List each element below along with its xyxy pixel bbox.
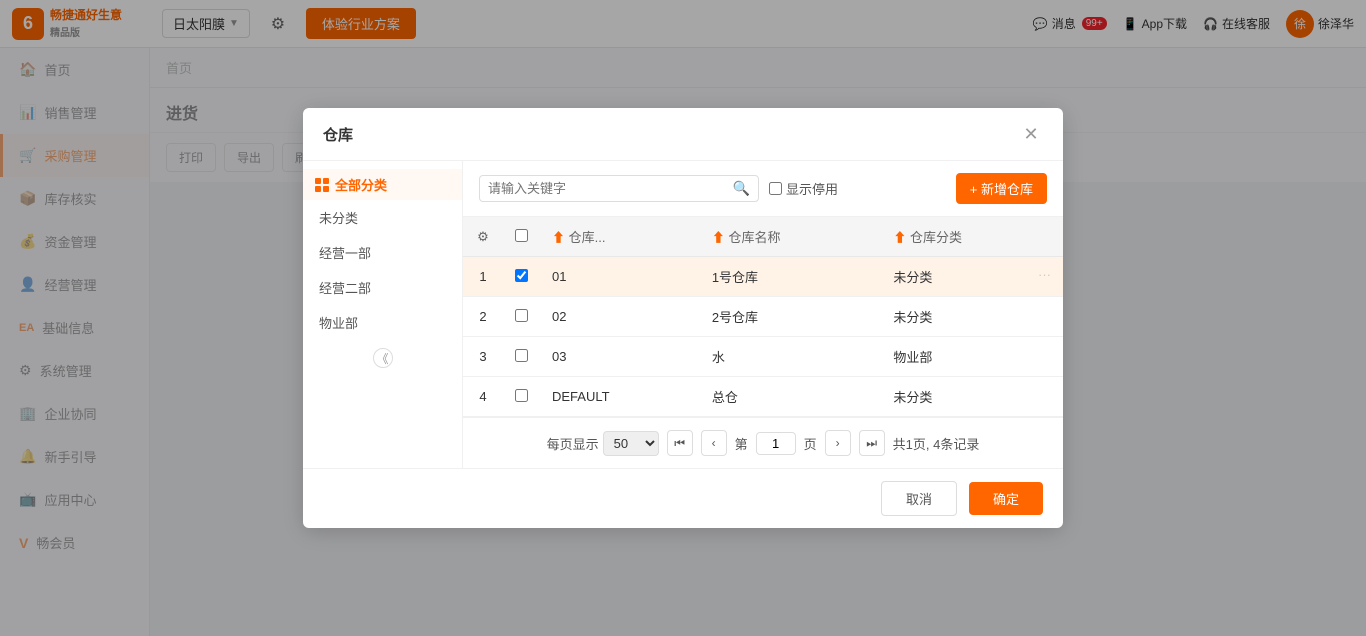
- row-num: 3: [479, 349, 486, 364]
- sort-icon-cat: ⬆: [893, 230, 906, 245]
- table-header-row: ⚙ ⬆ 仓库...: [463, 217, 1063, 257]
- row-name: 总仓: [700, 377, 882, 417]
- table-row[interactable]: 3 03 水 物业部: [463, 337, 1063, 377]
- category-item-1[interactable]: 经营一部: [303, 235, 462, 270]
- collapse-panel-btn[interactable]: 《: [373, 348, 393, 368]
- category-panel: 全部分类 未分类 经营一部 经营二部 物业部 《: [303, 161, 463, 468]
- search-input[interactable]: [488, 181, 733, 196]
- data-panel: 🔍 显示停用 + 新增仓库 ⚙: [463, 161, 1063, 468]
- confirm-btn[interactable]: 确定: [969, 482, 1043, 515]
- pagination: 每页显示 50 100 ⏮ ‹ 第 页 › ⏭ 共1页, 4条记录: [463, 417, 1063, 468]
- table-row[interactable]: 2 02 2号仓库 未分类: [463, 297, 1063, 337]
- row-name: 水: [700, 337, 882, 377]
- category-all-item[interactable]: 全部分类: [303, 169, 462, 200]
- warehouse-modal: 仓库 ✕ 全部分类 未分类 经营一部 经营二部: [303, 108, 1063, 528]
- last-page-btn[interactable]: ⏭: [859, 430, 885, 456]
- page-label: 第: [735, 434, 748, 453]
- add-warehouse-btn[interactable]: + 新增仓库: [956, 173, 1047, 204]
- category-all-label: 全部分类: [335, 175, 387, 194]
- modal-title: 仓库: [323, 124, 353, 145]
- th-no: ⬆ 仓库...: [540, 217, 700, 257]
- row-category: 未分类: [881, 377, 1063, 417]
- table-row[interactable]: 1 01 1号仓库 未分类···: [463, 257, 1063, 297]
- sort-icon-name: ⬆: [712, 230, 725, 245]
- th-settings[interactable]: ⚙: [463, 217, 503, 257]
- row-num: 1: [479, 269, 486, 284]
- modal-overlay: 仓库 ✕ 全部分类 未分类 经营一部 经营二部: [0, 0, 1366, 636]
- row-more-icon[interactable]: ···: [1038, 267, 1051, 282]
- modal-body: 全部分类 未分类 经营一部 经营二部 物业部 《: [303, 161, 1063, 468]
- row-checkbox-cell[interactable]: [503, 337, 540, 377]
- row-no: 03: [540, 337, 700, 377]
- category-item-2[interactable]: 经营二部: [303, 270, 462, 305]
- th-no-label: ⬆ 仓库...: [552, 230, 605, 245]
- search-icon[interactable]: 🔍: [733, 180, 750, 197]
- first-page-btn[interactable]: ⏮: [667, 430, 693, 456]
- show-disabled-checkbox[interactable]: [769, 182, 782, 195]
- prev-page-btn[interactable]: ‹: [701, 430, 727, 456]
- search-box: 🔍: [479, 175, 759, 202]
- row-checkbox[interactable]: [515, 269, 528, 282]
- row-checkbox-cell[interactable]: [503, 257, 540, 297]
- row-settings[interactable]: 1: [463, 257, 503, 297]
- table-row[interactable]: 4 DEFAULT 总仓 未分类: [463, 377, 1063, 417]
- per-page-label: 每页显示: [547, 434, 599, 453]
- page-size-select: 每页显示 50 100: [547, 431, 659, 456]
- row-num: 4: [479, 389, 486, 404]
- modal-footer: 取消 确定: [303, 468, 1063, 528]
- row-no: 02: [540, 297, 700, 337]
- table-body: 1 01 1号仓库 未分类··· 2 02 2号仓库 未分类 3: [463, 257, 1063, 417]
- per-page-dropdown[interactable]: 50 100: [603, 431, 659, 456]
- sort-icon: ⬆: [552, 230, 565, 245]
- row-no: 01: [540, 257, 700, 297]
- total-info: 共1页, 4条记录: [893, 434, 980, 453]
- row-checkbox[interactable]: [515, 309, 528, 322]
- row-num: 2: [479, 309, 486, 324]
- page-number-input[interactable]: [756, 432, 796, 455]
- category-item-0[interactable]: 未分类: [303, 200, 462, 235]
- row-category: 未分类···: [881, 257, 1063, 297]
- row-checkbox[interactable]: [515, 349, 528, 362]
- table-wrapper: ⚙ ⬆ 仓库...: [463, 217, 1063, 417]
- warehouse-table: ⚙ ⬆ 仓库...: [463, 217, 1063, 417]
- row-category: 物业部: [881, 337, 1063, 377]
- row-checkbox-cell[interactable]: [503, 297, 540, 337]
- th-category: ⬆ 仓库分类: [881, 217, 1063, 257]
- row-no: DEFAULT: [540, 377, 700, 417]
- data-toolbar: 🔍 显示停用 + 新增仓库: [463, 161, 1063, 217]
- row-name: 1号仓库: [700, 257, 882, 297]
- row-category: 未分类: [881, 297, 1063, 337]
- row-checkbox-cell[interactable]: [503, 377, 540, 417]
- modal-header: 仓库 ✕: [303, 108, 1063, 161]
- show-disabled-label[interactable]: 显示停用: [769, 179, 838, 198]
- row-settings[interactable]: 4: [463, 377, 503, 417]
- row-settings[interactable]: 2: [463, 297, 503, 337]
- next-page-btn[interactable]: ›: [825, 430, 851, 456]
- cancel-btn[interactable]: 取消: [881, 481, 957, 516]
- category-item-3[interactable]: 物业部: [303, 305, 462, 340]
- row-settings[interactable]: 3: [463, 337, 503, 377]
- th-checkbox[interactable]: [503, 217, 540, 257]
- row-name: 2号仓库: [700, 297, 882, 337]
- grid-icon: [315, 178, 329, 192]
- select-all-checkbox[interactable]: [515, 229, 528, 242]
- modal-close-btn[interactable]: ✕: [1019, 122, 1043, 146]
- row-checkbox[interactable]: [515, 389, 528, 402]
- th-name: ⬆ 仓库名称: [700, 217, 882, 257]
- show-disabled-text: 显示停用: [786, 179, 838, 198]
- page-unit: 页: [804, 434, 817, 453]
